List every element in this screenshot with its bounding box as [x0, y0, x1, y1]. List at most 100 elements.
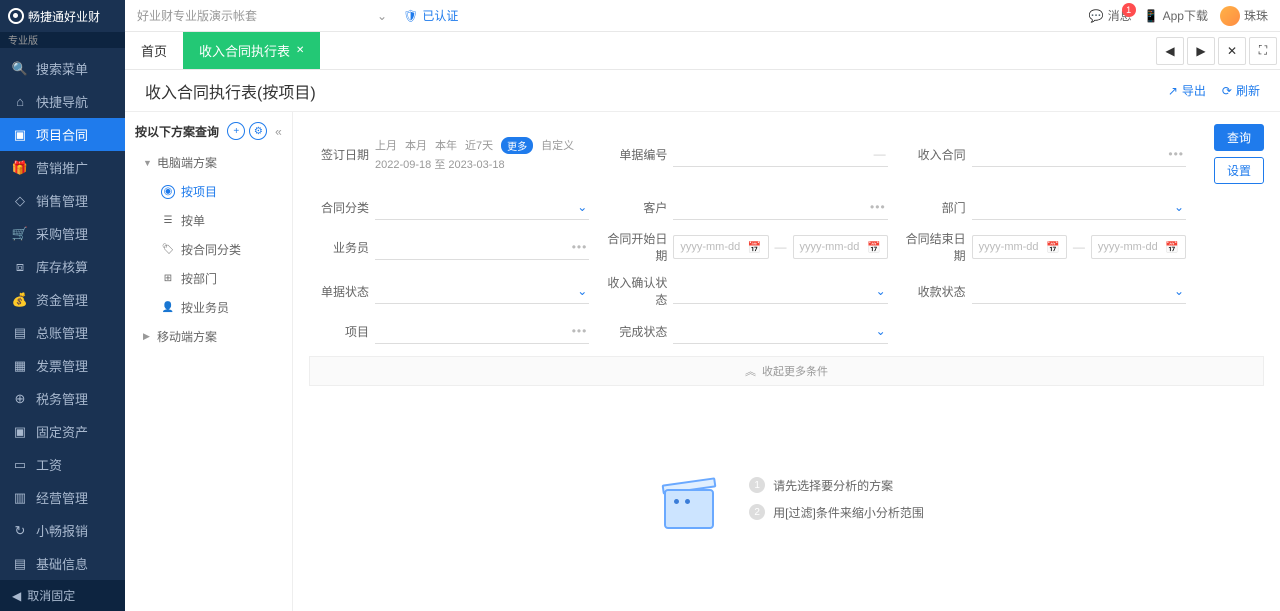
- scheme-tree: ▼ 电脑端方案 ◉ 按项目 ☰ 按单 🏷 按合同分类: [131, 148, 286, 351]
- income-contract-lookup[interactable]: •••: [972, 141, 1186, 167]
- user-menu[interactable]: 珠珠: [1220, 6, 1268, 26]
- filter-end-date: 合同结束日期 yyyy-mm-dd📅 — yyyy-mm-dd📅: [906, 230, 1186, 264]
- query-button[interactable]: 查询: [1214, 124, 1264, 151]
- chevron-down-icon: ⌄: [577, 284, 587, 298]
- project-lookup[interactable]: •••: [375, 318, 589, 344]
- cart-icon: 🛒: [12, 226, 28, 242]
- filter-dept: 部门 ⌄: [906, 194, 1186, 220]
- calendar-icon: 📅: [1165, 241, 1179, 254]
- confirm-status-select[interactable]: ⌄: [673, 278, 887, 304]
- customer-lookup[interactable]: •••: [673, 194, 887, 220]
- collapse-filters-button[interactable]: ︽ 收起更多条件: [309, 356, 1264, 386]
- end-date-to[interactable]: yyyy-mm-dd📅: [1091, 235, 1186, 259]
- chevron-down-icon: ⌄: [1174, 284, 1184, 298]
- asset-icon: ▣: [12, 424, 28, 440]
- tab-close-button[interactable]: ✕: [1218, 37, 1246, 65]
- preset-more[interactable]: 更多: [501, 137, 533, 154]
- user-icon: 👤: [161, 301, 175, 315]
- complete-status-select[interactable]: ⌄: [673, 318, 887, 344]
- scheme-settings-button[interactable]: ⚙: [249, 122, 267, 140]
- sidebar-item-salary[interactable]: ▭工资: [0, 448, 125, 481]
- message-icon: 💬: [1089, 9, 1104, 23]
- scheme-group-mobile[interactable]: ▶ 移动端方案: [131, 322, 286, 351]
- sidebar-unpin[interactable]: ◀ 取消固定: [0, 580, 125, 611]
- add-scheme-button[interactable]: +: [227, 122, 245, 140]
- export-button[interactable]: ↗ 导出: [1168, 82, 1206, 99]
- refresh-button[interactable]: ⟳ 刷新: [1222, 82, 1260, 99]
- start-date-to[interactable]: yyyy-mm-dd📅: [793, 235, 888, 259]
- sidebar-item-expense[interactable]: ↻小畅报销: [0, 514, 125, 547]
- chevron-right-icon: ▶: [1196, 44, 1205, 58]
- sidebar-item-ledger[interactable]: ▤总账管理: [0, 316, 125, 349]
- caret-down-icon: ▼: [143, 158, 151, 168]
- end-date-from[interactable]: yyyy-mm-dd📅: [972, 235, 1067, 259]
- close-icon[interactable]: ✕: [296, 45, 304, 56]
- sidebar-item-quicknav[interactable]: ⌂快捷导航: [0, 85, 125, 118]
- ellipsis-icon: •••: [1168, 147, 1184, 161]
- scheme-by-contract-cat[interactable]: 🏷 按合同分类: [131, 235, 286, 264]
- sidebar-item-sales[interactable]: ◇销售管理: [0, 184, 125, 217]
- preset-last-month[interactable]: 上月: [375, 137, 397, 153]
- topbar: 好业财专业版演示帐套 ⌄ 🛡 已认证 💬 消息 1 📱 App下载: [125, 0, 1280, 32]
- ellipsis-icon: •••: [572, 240, 588, 254]
- sidebar-item-business[interactable]: ▥经营管理: [0, 481, 125, 514]
- scheme-panel: 按以下方案查询 + ⚙ » ▼ 电脑端方案 ◉ 按项目: [125, 112, 293, 611]
- sidebar-item-search[interactable]: 🔍搜索菜单: [0, 52, 125, 85]
- salesman-lookup[interactable]: •••: [375, 234, 589, 260]
- sidebar-item-tax[interactable]: ⊕税务管理: [0, 382, 125, 415]
- tab-next-button[interactable]: ▶: [1187, 37, 1215, 65]
- expense-icon: ↻: [12, 523, 28, 539]
- scheme-by-salesman[interactable]: 👤 按业务员: [131, 293, 286, 322]
- refresh-icon: ⟳: [1222, 84, 1232, 98]
- tab-income-contract-exec[interactable]: 收入合同执行表 ✕: [183, 32, 320, 69]
- tax-icon: ⊕: [12, 391, 28, 407]
- scheme-by-project[interactable]: ◉ 按项目: [131, 177, 286, 206]
- sidebar-item-funds[interactable]: 💰资金管理: [0, 283, 125, 316]
- sidebar-item-invoice[interactable]: ▦发票管理: [0, 349, 125, 382]
- tags-icon: 🏷: [161, 243, 175, 257]
- sidebar-item-inventory[interactable]: ⧈库存核算: [0, 250, 125, 283]
- collapse-panel-icon[interactable]: »: [275, 122, 282, 140]
- scheme-by-dept[interactable]: ⊞ 按部门: [131, 264, 286, 293]
- preset-custom[interactable]: 自定义: [541, 137, 574, 153]
- sidebar-item-marketing[interactable]: 🎁营销推广: [0, 151, 125, 184]
- account-selector[interactable]: 好业财专业版演示帐套 ⌄: [137, 7, 387, 24]
- filter-salesman: 业务员 •••: [309, 234, 589, 260]
- chevron-down-icon: ⌄: [377, 9, 387, 23]
- scheme-group-desktop[interactable]: ▼ 电脑端方案: [131, 148, 286, 177]
- collect-status-select[interactable]: ⌄: [972, 278, 1186, 304]
- fullscreen-button[interactable]: ⛶: [1249, 37, 1277, 65]
- avatar: [1220, 6, 1240, 26]
- sidebar-item-asset[interactable]: ▣固定资产: [0, 415, 125, 448]
- tab-prev-button[interactable]: ◀: [1156, 37, 1184, 65]
- sidebar-menu: 🔍搜索菜单 ⌂快捷导航 ▣项目合同 🎁营销推广 ◇销售管理 🛒采购管理 ⧈库存核…: [0, 48, 125, 580]
- scheme-by-doc[interactable]: ☰ 按单: [131, 206, 286, 235]
- page-header: 收入合同执行表(按项目) ↗ 导出 ⟳ 刷新: [125, 70, 1280, 112]
- sidebar-item-project-contract[interactable]: ▣项目合同: [0, 118, 125, 151]
- empty-step-2: 2用[过滤]条件来缩小分析范围: [749, 504, 924, 521]
- preset-7days[interactable]: 近7天: [465, 137, 493, 153]
- tab-home[interactable]: 首页: [125, 32, 183, 69]
- contract-cat-select[interactable]: ⌄: [375, 194, 589, 220]
- dept-select[interactable]: ⌄: [972, 194, 1186, 220]
- doc-status-select[interactable]: ⌄: [375, 278, 589, 304]
- filter-collect-status: 收款状态 ⌄: [906, 278, 1186, 304]
- brand-name: 畅捷通好业财: [28, 8, 100, 25]
- filter-doc-status: 单据状态 ⌄: [309, 278, 589, 304]
- preset-this-year[interactable]: 本年: [435, 137, 457, 153]
- filter-sign-date: 签订日期 上月 本月 本年 近7天 更多 自定义 2022-09-18 至 20…: [309, 137, 589, 172]
- preset-this-month[interactable]: 本月: [405, 137, 427, 153]
- sidebar-item-basic[interactable]: ▤基础信息: [0, 547, 125, 580]
- home-icon: ⌂: [12, 94, 28, 110]
- verified-badge: 🛡 已认证: [403, 7, 458, 24]
- doc-no-input[interactable]: —: [673, 141, 887, 167]
- settings-button[interactable]: 设置: [1214, 157, 1264, 184]
- filter-contract-cat: 合同分类 ⌄: [309, 194, 589, 220]
- message-badge: 1: [1122, 3, 1136, 17]
- start-date-from[interactable]: yyyy-mm-dd📅: [673, 235, 768, 259]
- messages-button[interactable]: 💬 消息 1: [1089, 7, 1132, 24]
- chevron-down-icon: ⌄: [577, 200, 587, 214]
- filter-start-date: 合同开始日期 yyyy-mm-dd📅 — yyyy-mm-dd📅: [607, 230, 887, 264]
- sidebar-item-purchase[interactable]: 🛒采购管理: [0, 217, 125, 250]
- app-download-button[interactable]: 📱 App下载: [1144, 7, 1208, 24]
